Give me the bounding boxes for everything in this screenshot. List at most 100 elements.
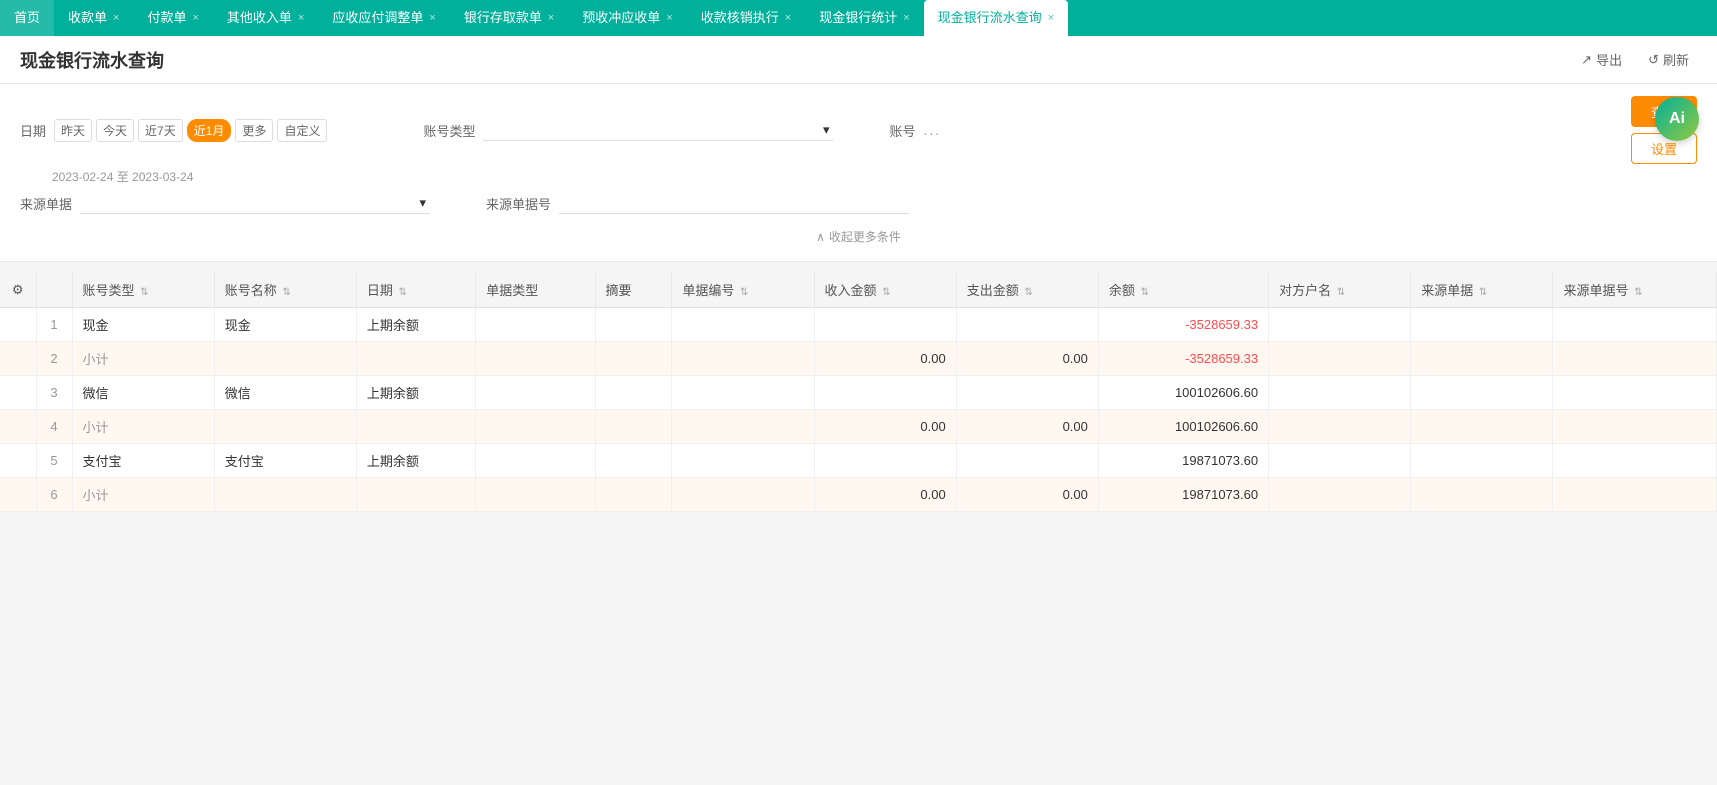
cell-counterparty [1269,478,1411,512]
cell-income [814,444,956,478]
cell-source_doc_no [1553,376,1717,410]
table-row: 2小计0.000.00-3528659.33 [0,342,1717,376]
close-icon[interactable]: × [548,0,554,36]
cell-account_name [214,342,356,376]
date-btn-近7天[interactable]: 近7天 [138,119,183,142]
col-header-account_name[interactable]: 账号名称 ⇅ [214,272,356,308]
nav-home[interactable]: 首页 [0,0,54,36]
cell-expense [956,376,1098,410]
cell-counterparty [1269,376,1411,410]
source-doc-no-input[interactable] [559,194,909,214]
filter-area: 日期 昨天今天近7天近1月更多自定义 账号类型 ▾ 账号 ... 查询 设置 2… [0,84,1717,262]
date-btn-自定义[interactable]: 自定义 [277,119,327,142]
source-doc-no-filter-group: 来源单据号 [486,194,909,214]
cell-source_doc_no [1553,410,1717,444]
export-button[interactable]: ↗ 导出 [1573,46,1630,73]
cell-gear [0,410,36,444]
cell-expense [956,444,1098,478]
cell-date: 上期余额 [356,444,475,478]
cell-source_doc_no [1553,308,1717,342]
col-header-gear: ⚙ [0,272,36,308]
col-header-counterparty[interactable]: 对方户名 ⇅ [1269,272,1411,308]
col-header-income[interactable]: 收入金额 ⇅ [814,272,956,308]
cell-account_name [214,478,356,512]
cell-date [356,410,475,444]
cell-index: 4 [36,410,72,444]
source-doc-select[interactable]: ▾ [80,193,430,214]
page-header: 现金银行流水查询 ↗ 导出 ↺ 刷新 [0,36,1717,84]
cell-gear [0,342,36,376]
table-row: 1现金现金上期余额-3528659.33 [0,308,1717,342]
close-icon[interactable]: × [192,0,198,36]
cell-counterparty [1269,444,1411,478]
close-icon[interactable]: × [1048,0,1054,36]
account-dots-button[interactable]: ... [923,122,941,138]
col-header-source_doc[interactable]: 来源单据 ⇅ [1411,272,1553,308]
date-btn-近1月[interactable]: 近1月 [187,119,232,142]
date-btn-更多[interactable]: 更多 [235,119,273,142]
date-btn-昨天[interactable]: 昨天 [54,119,92,142]
close-icon[interactable]: × [903,0,909,36]
cell-date [356,342,475,376]
source-doc-filter-group: 来源单据 ▾ [20,193,430,214]
cell-gear [0,478,36,512]
cell-account_type: 小计 [72,478,214,512]
cell-doc_no [672,410,814,444]
ai-assistant-button[interactable]: Ai [1655,97,1699,141]
nav-tab-预收冲应收单[interactable]: 预收冲应收单× [568,0,686,36]
nav-tab-银行存取款单[interactable]: 银行存取款单× [450,0,568,36]
cell-doc_type [476,342,595,376]
refresh-icon: ↺ [1648,52,1659,68]
cell-income [814,308,956,342]
top-nav: 首页 收款单×付款单×其他收入单×应收应付调整单×银行存取款单×预收冲应收单×收… [0,0,1717,36]
cell-balance: 100102606.60 [1098,410,1268,444]
col-header-expense[interactable]: 支出金额 ⇅ [956,272,1098,308]
source-doc-label: 来源单据 [20,194,72,213]
cell-source_doc_no [1553,342,1717,376]
data-table: ⚙账号类型 ⇅账号名称 ⇅日期 ⇅单据类型摘要单据编号 ⇅收入金额 ⇅支出金额 … [0,272,1717,512]
cell-summary [595,478,672,512]
nav-tab-现金银行统计[interactable]: 现金银行统计× [805,0,923,36]
col-header-doc_no[interactable]: 单据编号 ⇅ [672,272,814,308]
collapse-bar[interactable]: ∧ 收起更多条件 [20,224,1697,249]
nav-tab-现金银行流水查询[interactable]: 现金银行流水查询× [924,0,1068,36]
nav-tab-应收应付调整单[interactable]: 应收应付调整单× [318,0,449,36]
cell-date: 上期余额 [356,376,475,410]
col-header-date[interactable]: 日期 ⇅ [356,272,475,308]
nav-tab-收款单[interactable]: 收款单× [54,0,133,36]
account-type-select[interactable]: ▾ [483,120,833,141]
cell-date [356,478,475,512]
cell-source_doc [1411,444,1553,478]
refresh-button[interactable]: ↺ 刷新 [1640,46,1697,73]
cell-account_name: 支付宝 [214,444,356,478]
cell-expense: 0.00 [956,478,1098,512]
close-icon[interactable]: × [113,0,119,36]
cell-income: 0.00 [814,478,956,512]
col-header-balance[interactable]: 余额 ⇅ [1098,272,1268,308]
date-btn-今天[interactable]: 今天 [96,119,134,142]
col-header-account_type[interactable]: 账号类型 ⇅ [72,272,214,308]
cell-expense: 0.00 [956,410,1098,444]
date-range-display: 2023-02-24 至 2023-03-24 [52,168,1697,185]
close-icon[interactable]: × [785,0,791,36]
nav-tab-其他收入单[interactable]: 其他收入单× [213,0,318,36]
cell-counterparty [1269,308,1411,342]
close-icon[interactable]: × [429,0,435,36]
cell-income: 0.00 [814,410,956,444]
gear-icon[interactable]: ⚙ [12,282,24,297]
close-icon[interactable]: × [298,0,304,36]
cell-source_doc [1411,376,1553,410]
col-header-source_doc_no[interactable]: 来源单据号 ⇅ [1553,272,1717,308]
cell-account_name: 现金 [214,308,356,342]
close-icon[interactable]: × [666,0,672,36]
page-title: 现金银行流水查询 [20,47,164,73]
nav-tab-收款核销执行[interactable]: 收款核销执行× [687,0,805,36]
export-icon: ↗ [1581,52,1592,68]
cell-counterparty [1269,342,1411,376]
cell-account_type: 支付宝 [72,444,214,478]
cell-source_doc_no [1553,444,1717,478]
cell-doc_type [476,376,595,410]
nav-tab-付款单[interactable]: 付款单× [133,0,212,36]
cell-index: 5 [36,444,72,478]
filter-row-2: 来源单据 ▾ 来源单据号 [20,193,1697,214]
